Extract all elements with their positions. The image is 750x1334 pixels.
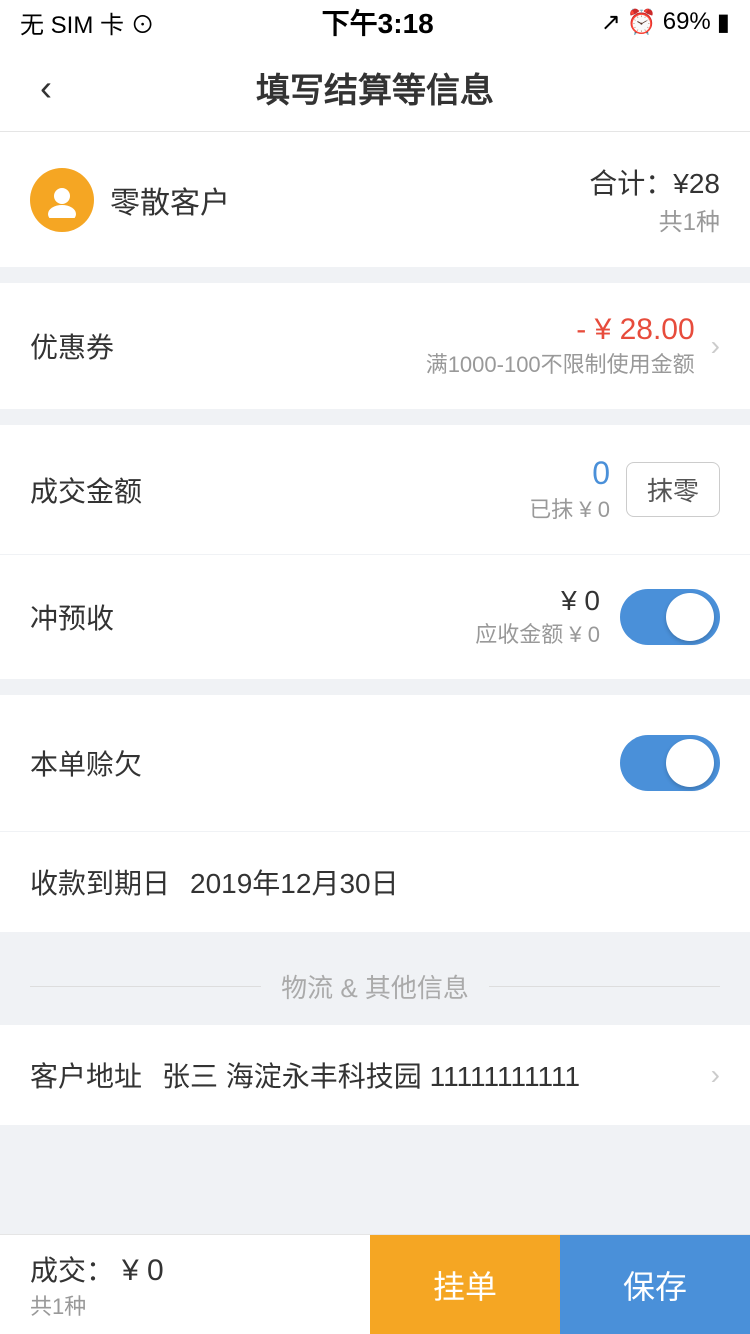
nav-bar: ‹ 填写结算等信息 xyxy=(0,44,750,132)
address-label: 客户地址 xyxy=(30,1055,142,1095)
customer-totals: 合计：¥28 共1种 xyxy=(589,162,720,237)
transaction-values: 已抹 ¥ 0 xyxy=(190,455,610,524)
status-bar-time: 下午3:18 xyxy=(322,2,434,42)
transaction-section: 成交金额 已抹 ¥ 0 抹零 冲预收 ¥ 0 应收金额 ¥ 0 xyxy=(0,425,750,679)
sim-status: 无 SIM 卡 ⊙ xyxy=(20,5,155,40)
pre-receive-toggle[interactable] xyxy=(620,589,720,645)
customer-section: 零散客户 合计：¥28 共1种 xyxy=(0,132,750,267)
round-zero-button[interactable]: 抹零 xyxy=(626,462,720,517)
debt-row: 本单赊欠 xyxy=(0,695,750,831)
status-bar: 无 SIM 卡 ⊙ 下午3:18 ↗ ⏰ 69% ▮ xyxy=(0,0,750,44)
coupon-info: - ¥ 28.00 满1000-100不限制使用金额 xyxy=(426,313,695,379)
back-button[interactable]: ‹ xyxy=(30,57,62,119)
pre-receive-row: 冲预收 ¥ 0 应收金额 ¥ 0 xyxy=(0,555,750,679)
pre-receive-right: ¥ 0 应收金额 ¥ 0 xyxy=(475,585,720,649)
due-date-value: 2019年12月30日 xyxy=(190,862,399,902)
battery-text: 69% xyxy=(663,8,711,36)
bottom-summary-amount: ¥ 0 xyxy=(122,1254,164,1288)
coupon-row[interactable]: 优惠券 - ¥ 28.00 满1000-100不限制使用金额 › xyxy=(0,283,750,409)
battery-icon: ▮ xyxy=(717,8,730,37)
divider-line-right xyxy=(489,986,720,987)
coupon-amount: - ¥ 28.00 xyxy=(426,313,695,347)
page-title: 填写结算等信息 xyxy=(256,63,494,112)
transaction-amount-row: 成交金额 已抹 ¥ 0 抹零 xyxy=(0,425,750,555)
chevron-right-icon: › xyxy=(711,330,720,362)
status-bar-right: ↗ ⏰ 69% ▮ xyxy=(601,8,730,37)
pre-amount-main: ¥ 0 xyxy=(475,585,600,617)
transaction-amount-input[interactable] xyxy=(190,455,610,492)
debt-section: 本单赊欠 收款到期日 2019年12月30日 xyxy=(0,695,750,932)
bottom-summary-count: 共1种 xyxy=(30,1289,340,1321)
due-date-label: 收款到期日 xyxy=(30,862,170,902)
location-icon: ↗ xyxy=(601,8,621,37)
logistics-divider: 物流 & 其他信息 xyxy=(0,948,750,1025)
already-rounded-text: 已抹 ¥ 0 xyxy=(190,492,610,524)
transaction-right: 已抹 ¥ 0 抹零 xyxy=(190,455,720,524)
divider-line-left xyxy=(30,986,261,987)
alarm-icon: ⏰ xyxy=(627,8,657,37)
coupon-label: 优惠券 xyxy=(30,326,114,366)
address-chevron-icon: › xyxy=(711,1059,720,1091)
address-value: 张三 海淀永丰科技园 11111111111 xyxy=(162,1055,711,1095)
customer-name: 零散客户 xyxy=(110,178,230,222)
customer-total-amount: 合计：¥28 xyxy=(589,162,720,202)
save-button[interactable]: 保存 xyxy=(560,1235,750,1334)
bottom-bar: 成交： ¥ 0 共1种 挂单 保存 xyxy=(0,1234,750,1334)
pre-receive-amounts: ¥ 0 应收金额 ¥ 0 xyxy=(475,585,600,649)
debt-label: 本单赊欠 xyxy=(30,743,142,783)
coupon-right: - ¥ 28.00 满1000-100不限制使用金额 › xyxy=(426,313,720,379)
avatar xyxy=(30,168,94,232)
customer-info: 零散客户 xyxy=(30,168,230,232)
address-section[interactable]: 客户地址 张三 海淀永丰科技园 11111111111 › xyxy=(0,1025,750,1125)
status-bar-left: 无 SIM 卡 ⊙ xyxy=(20,5,155,40)
transaction-label: 成交金额 xyxy=(30,470,142,510)
pre-amount-sub: 应收金额 ¥ 0 xyxy=(475,617,600,649)
coupon-section[interactable]: 优惠券 - ¥ 28.00 满1000-100不限制使用金额 › xyxy=(0,283,750,409)
bottom-summary: 成交： ¥ 0 共1种 xyxy=(0,1235,370,1334)
due-date-row[interactable]: 收款到期日 2019年12月30日 xyxy=(0,831,750,932)
hang-button[interactable]: 挂单 xyxy=(370,1235,560,1334)
customer-count: 共1种 xyxy=(589,202,720,237)
customer-row: 零散客户 合计：¥28 共1种 xyxy=(0,132,750,267)
bottom-summary-title: 成交： xyxy=(30,1249,114,1289)
pre-receive-label: 冲预收 xyxy=(30,597,114,637)
coupon-desc: 满1000-100不限制使用金额 xyxy=(426,347,695,379)
logistics-label: 物流 & 其他信息 xyxy=(281,968,469,1005)
debt-toggle[interactable] xyxy=(620,735,720,791)
address-row[interactable]: 客户地址 张三 海淀永丰科技园 11111111111 › xyxy=(0,1025,750,1125)
